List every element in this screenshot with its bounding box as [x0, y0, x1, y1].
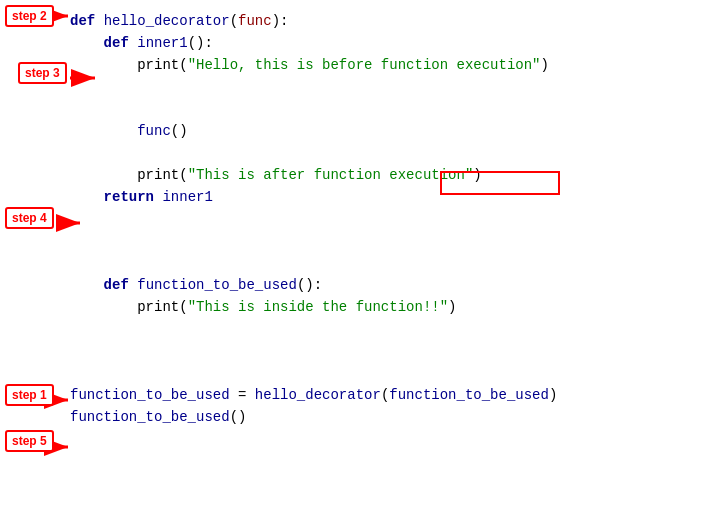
code-area: def hello_decorator(func): def inner1():… — [0, 0, 703, 522]
code-line-11 — [70, 230, 703, 252]
code-line-3: print("Hello, this is before function ex… — [70, 54, 703, 76]
code-line-18: function_to_be_used = hello_decorator(fu… — [70, 384, 703, 406]
step1-label: step 1 — [5, 384, 54, 406]
code-line-15 — [70, 318, 703, 340]
code-line-7 — [70, 142, 703, 164]
code-line-10 — [70, 208, 703, 230]
highlight-after-execution — [440, 171, 560, 195]
code-line-5 — [70, 98, 703, 120]
code-line-13: def function_to_be_used(): — [70, 274, 703, 296]
code-line-19: function_to_be_used() — [70, 406, 703, 428]
code-line-12 — [70, 252, 703, 274]
code-line-4 — [70, 76, 703, 98]
code-line-1: def hello_decorator(func): — [70, 10, 703, 32]
step2-label: step 2 — [5, 5, 54, 27]
code-line-2: def inner1(): — [70, 32, 703, 54]
step5-label: step 5 — [5, 430, 54, 452]
code-line-17 — [70, 362, 703, 384]
code-line-9: return inner1 — [70, 186, 703, 208]
step4-label: step 4 — [5, 207, 54, 229]
step3-label: step 3 — [18, 62, 67, 84]
code-line-14: print("This is inside the function!!") — [70, 296, 703, 318]
code-line-6: func() — [70, 120, 703, 142]
code-line-16 — [70, 340, 703, 362]
code-line-8: print("This is after function execution"… — [70, 164, 703, 186]
